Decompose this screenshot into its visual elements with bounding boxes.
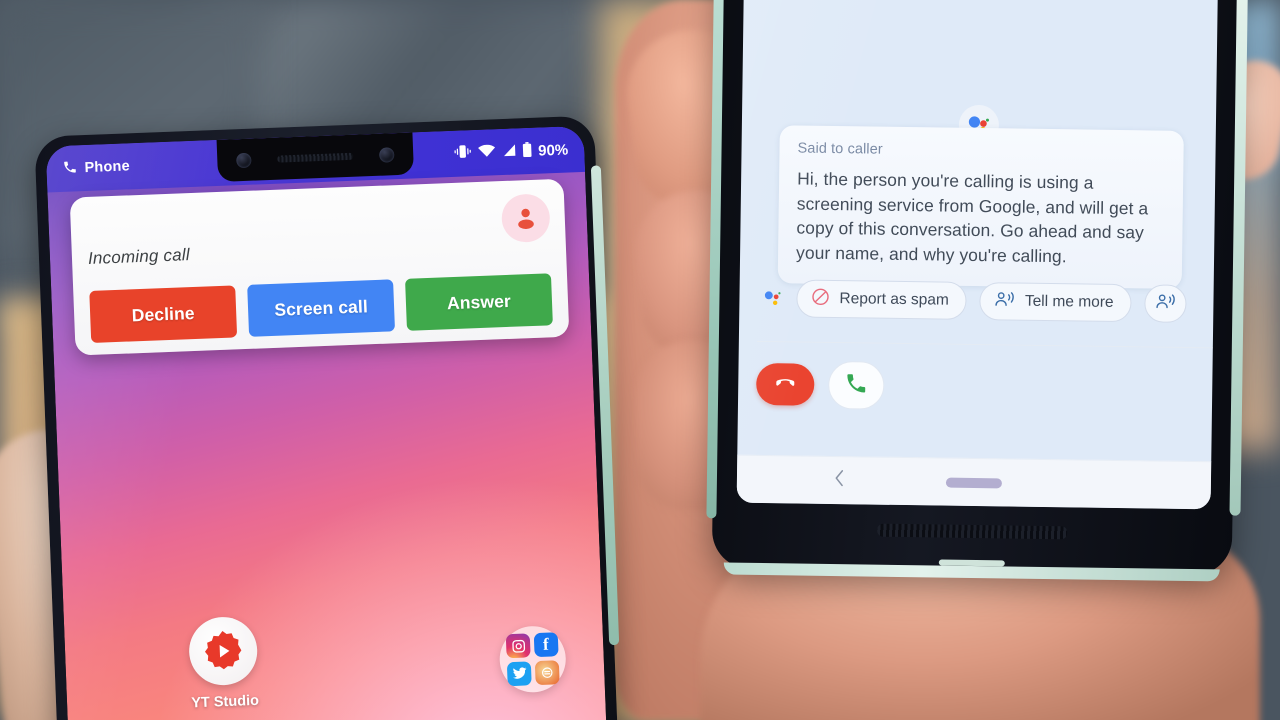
answer-button[interactable]: Answer — [405, 273, 553, 331]
report-as-spam-chip[interactable]: Report as spam — [796, 279, 968, 320]
person-speaking-icon — [1154, 291, 1176, 316]
cellular-signal-icon — [501, 143, 517, 161]
tell-me-more-label: Tell me more — [1024, 292, 1114, 311]
social-folder[interactable]: f — [498, 624, 567, 694]
hang-up-button[interactable] — [755, 362, 815, 406]
person-avatar-icon — [518, 208, 534, 230]
app-icon — [534, 659, 560, 685]
yt-studio-icon — [187, 615, 259, 687]
tell-me-more-chip[interactable]: Tell me more — [979, 282, 1132, 323]
usb-port — [938, 559, 1005, 567]
suggestion-chips-row: Report as spam Tell me more — [757, 279, 1213, 323]
status-app-label: Phone — [84, 158, 131, 177]
answer-call-button[interactable] — [827, 360, 885, 410]
call-answer-icon — [844, 371, 868, 398]
call-end-icon — [772, 369, 798, 398]
back-chevron-icon[interactable] — [833, 468, 846, 494]
left-phone-screen: Phone 90% Incoming call Decline Screen c… — [45, 125, 607, 720]
right-phone-device: Said to caller Hi, the person you're cal… — [706, 0, 1249, 582]
app-label-yt-studio: YT Studio — [191, 692, 260, 712]
call-controls-bar — [755, 340, 1213, 420]
screen-call-button[interactable]: Screen call — [247, 279, 396, 337]
facebook-icon: f — [533, 632, 559, 658]
phone-icon — [62, 159, 78, 179]
home-indicator-pill[interactable] — [945, 477, 1002, 488]
front-camera-icon — [236, 152, 252, 168]
earpiece-speaker — [277, 152, 354, 163]
display-notch — [216, 132, 415, 182]
battery-percent-label: 90% — [537, 140, 569, 160]
right-phone-screen: Said to caller Hi, the person you're cal… — [736, 0, 1219, 510]
navigation-bar — [736, 454, 1212, 510]
battery-icon — [522, 141, 533, 160]
transcript-card: Said to caller Hi, the person you're cal… — [777, 125, 1184, 289]
vibrate-icon — [453, 144, 473, 163]
twitter-icon — [507, 661, 532, 686]
transcript-label: Said to caller — [797, 140, 883, 158]
instagram-icon — [506, 633, 531, 659]
more-suggestions-chip[interactable] — [1144, 284, 1187, 323]
wifi-icon — [478, 144, 496, 162]
left-phone-device: Phone 90% Incoming call Decline Screen c… — [34, 115, 620, 720]
bottom-speaker-grille — [877, 523, 1068, 540]
decline-button[interactable]: Decline — [89, 285, 238, 343]
assistant-dots-icon — [761, 287, 783, 309]
transcript-message: Hi, the person you're calling is using a… — [795, 168, 1149, 267]
incoming-call-card: Incoming call Decline Screen call Answer — [69, 178, 570, 356]
app-icon-yt-studio[interactable]: YT Studio — [182, 615, 266, 712]
person-speaking-icon — [994, 289, 1016, 314]
incoming-call-title: Incoming call — [87, 245, 191, 268]
report-as-spam-label: Report as spam — [839, 290, 950, 309]
front-camera-secondary-icon — [378, 146, 395, 163]
block-icon — [810, 286, 830, 311]
call-action-buttons: Decline Screen call Answer — [89, 273, 553, 343]
